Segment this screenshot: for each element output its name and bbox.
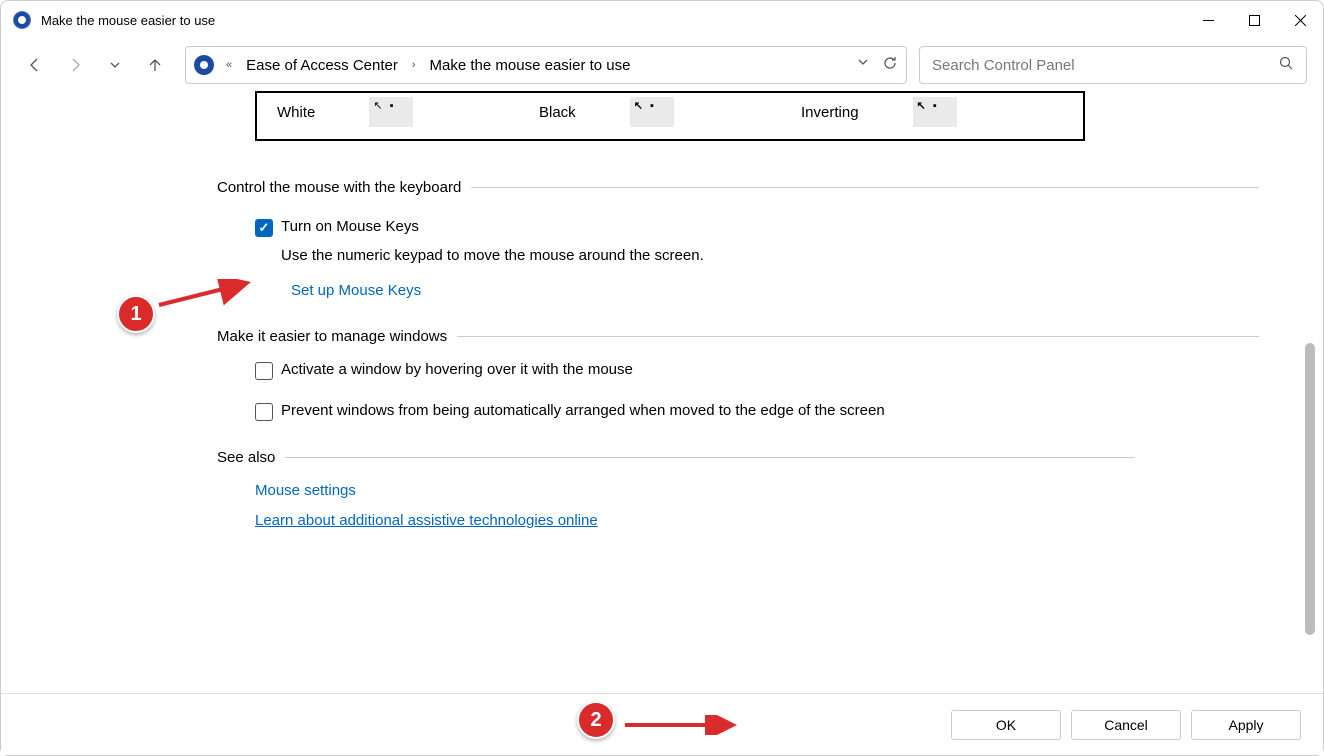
window-title: Make the mouse easier to use xyxy=(41,13,215,28)
pointer-white-label: White xyxy=(277,104,315,121)
pointer-inverting-swatch[interactable] xyxy=(913,97,957,127)
breadcrumb-icon xyxy=(194,55,214,75)
scrollbar-thumb[interactable] xyxy=(1305,343,1315,635)
mouse-keys-description: Use the numeric keypad to move the mouse… xyxy=(281,247,1259,264)
learn-more-link[interactable]: Learn about additional assistive technol… xyxy=(255,512,598,529)
app-icon xyxy=(13,11,31,29)
toolbar: « Ease of Access Center › Make the mouse… xyxy=(1,39,1323,91)
section-keyboard-control: Control the mouse with the keyboard xyxy=(217,179,1259,196)
breadcrumb[interactable]: « Ease of Access Center › Make the mouse… xyxy=(185,46,907,84)
mouse-keys-checkbox[interactable] xyxy=(255,219,273,237)
prevent-arrange-checkbox[interactable] xyxy=(255,403,273,421)
refresh-button[interactable] xyxy=(882,55,898,76)
section-keyboard-title: Control the mouse with the keyboard xyxy=(217,179,471,196)
breadcrumb-dropdown-icon[interactable] xyxy=(856,55,870,76)
setup-mouse-keys-link[interactable]: Set up Mouse Keys xyxy=(291,282,421,299)
breadcrumb-chevron-icon[interactable]: « xyxy=(222,59,236,71)
dialog-footer: OK Cancel Apply xyxy=(1,693,1323,755)
minimize-button[interactable] xyxy=(1185,1,1231,39)
up-button[interactable] xyxy=(137,47,173,83)
breadcrumb-current[interactable]: Make the mouse easier to use xyxy=(424,53,637,78)
section-see-also-title: See also xyxy=(217,449,285,466)
pointer-black-swatch[interactable] xyxy=(630,97,674,127)
hover-activate-label: Activate a window by hovering over it wi… xyxy=(281,361,633,378)
section-manage-windows: Make it easier to manage windows xyxy=(217,328,1259,345)
forward-button[interactable] xyxy=(57,47,93,83)
breadcrumb-ease-of-access[interactable]: Ease of Access Center xyxy=(240,53,404,78)
content-area: White Black Inverting Control the mouse … xyxy=(1,91,1299,693)
search-bar[interactable] xyxy=(919,46,1307,84)
pointer-white-swatch[interactable] xyxy=(369,97,413,127)
pointer-black-label: Black xyxy=(539,104,576,121)
ok-button[interactable]: OK xyxy=(951,710,1061,740)
maximize-button[interactable] xyxy=(1231,1,1277,39)
prevent-arrange-label: Prevent windows from being automatically… xyxy=(281,402,885,419)
recent-dropdown[interactable] xyxy=(97,47,133,83)
search-icon[interactable] xyxy=(1279,56,1294,74)
search-input[interactable] xyxy=(932,57,1279,74)
section-see-also: See also xyxy=(217,449,1259,466)
apply-button[interactable]: Apply xyxy=(1191,710,1301,740)
close-button[interactable] xyxy=(1277,1,1323,39)
mouse-keys-label: Turn on Mouse Keys xyxy=(281,218,419,235)
cancel-button[interactable]: Cancel xyxy=(1071,710,1181,740)
mouse-settings-link[interactable]: Mouse settings xyxy=(255,482,356,499)
breadcrumb-chevron-icon[interactable]: › xyxy=(408,59,420,71)
scrollbar[interactable] xyxy=(1301,91,1315,693)
back-button[interactable] xyxy=(17,47,53,83)
section-windows-title: Make it easier to manage windows xyxy=(217,328,457,345)
hover-activate-checkbox[interactable] xyxy=(255,362,273,380)
pointer-options-box: White Black Inverting xyxy=(255,91,1085,141)
titlebar: Make the mouse easier to use xyxy=(1,1,1323,39)
pointer-inverting-label: Inverting xyxy=(801,104,859,121)
